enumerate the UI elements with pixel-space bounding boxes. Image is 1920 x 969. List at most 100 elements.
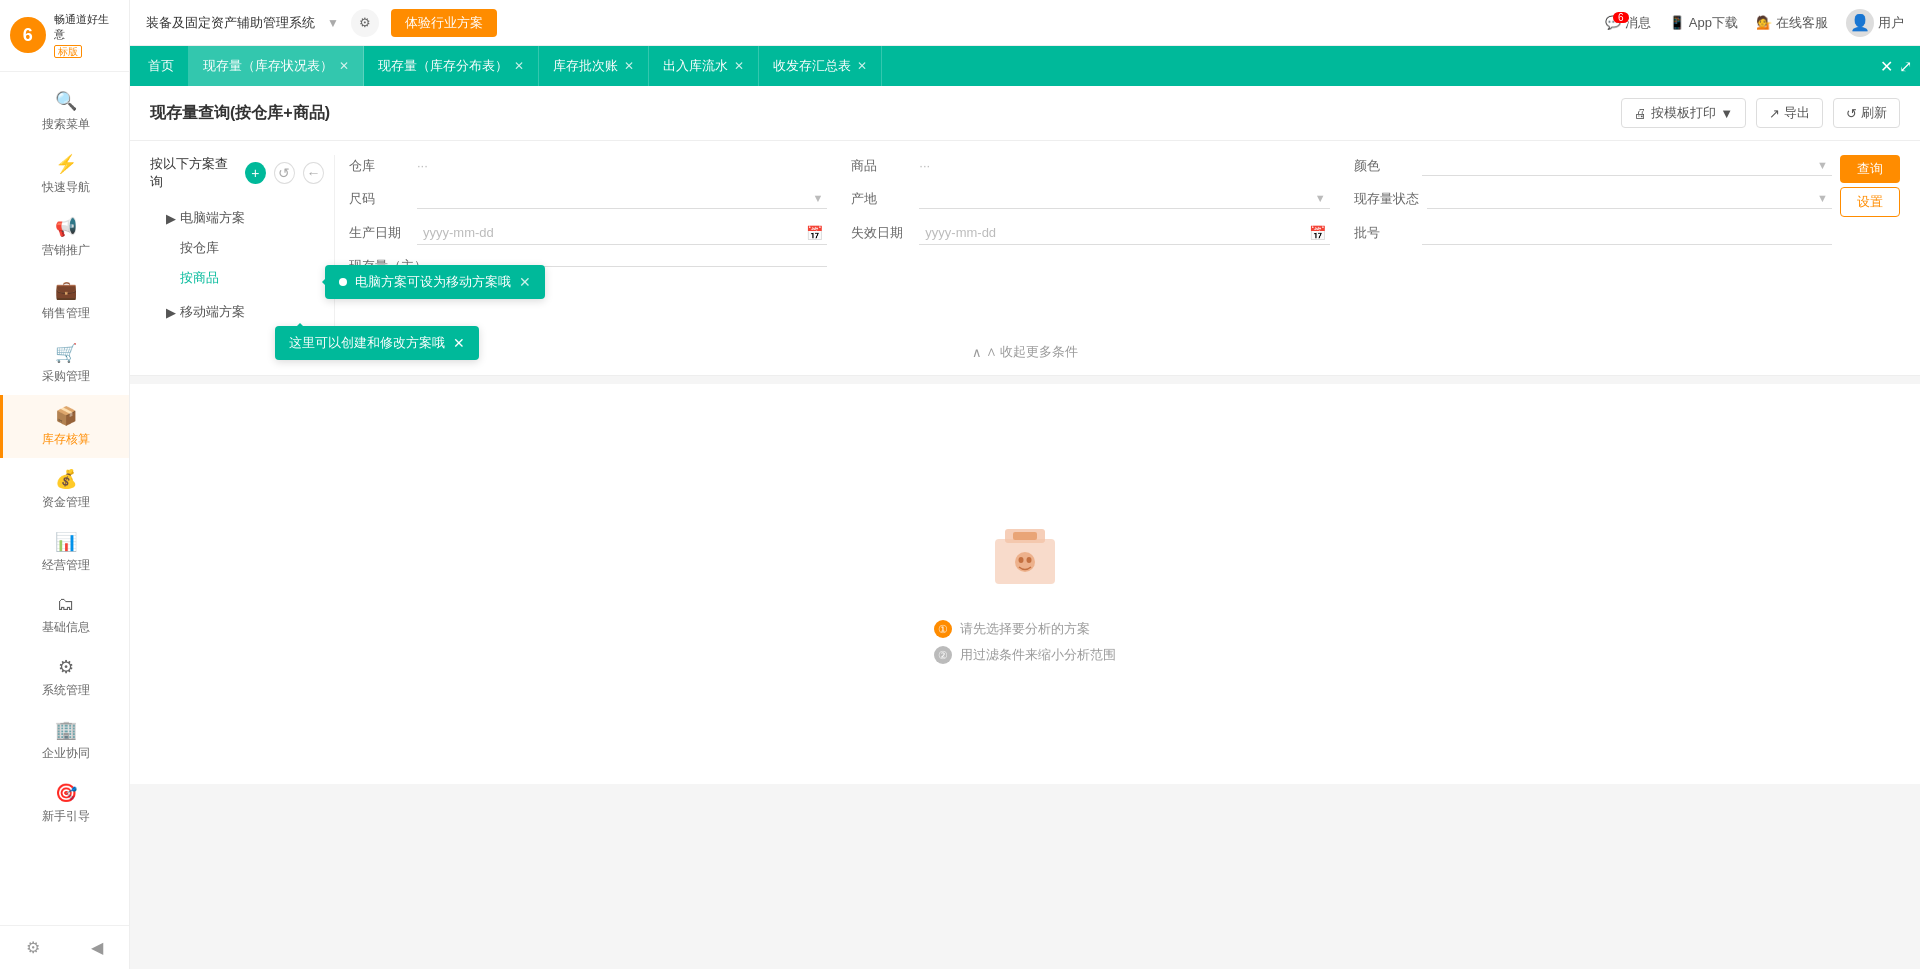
page-header: 现存量查询(按仓库+商品) 🖨 按模板打印 ▼ ↗ 导出 ↺ 刷新	[130, 86, 1920, 141]
desktop-scheme-title[interactable]: ▶ 电脑端方案	[150, 203, 324, 233]
filter-arrow-btn[interactable]: ←	[303, 162, 324, 184]
hint-num-2: ②	[934, 646, 952, 664]
sidebar-item-quick[interactable]: ⚡ 快速导航	[0, 143, 129, 206]
mobile-expand-icon: ▶	[166, 305, 176, 320]
filter-row-2: 尺码 ▼ 产地 ▼	[349, 188, 1832, 209]
export-btn[interactable]: ↗ 导出	[1756, 98, 1823, 128]
origin-dropdown-icon[interactable]: ▼	[1315, 192, 1326, 204]
sidebar-nav: 🔍 搜索菜单 ⚡ 快速导航 📢 营销推广 💼 销售管理 🛒 采购管理 📦 库存核…	[0, 72, 129, 925]
tabbar: 首页 现存量（库存状况表） ✕ 现存量（库存分布表） ✕ 库存批次账 ✕ 出入库…	[130, 46, 1920, 86]
enterprise-icon: 🏢	[55, 719, 77, 741]
size-dropdown-icon[interactable]: ▼	[812, 192, 823, 204]
filter-stock-status: 现存量状态 ▼	[1354, 188, 1832, 209]
tab-batch-ledger[interactable]: 库存批次账 ✕	[539, 46, 649, 86]
sidebar-item-enterprise[interactable]: 🏢 企业协同	[0, 709, 129, 772]
color-dropdown-icon[interactable]: ▼	[1817, 159, 1828, 171]
produce-date-calendar-icon[interactable]: 📅	[806, 225, 823, 241]
sidebar-item-marketing[interactable]: 📢 营销推广	[0, 206, 129, 269]
reset-btn[interactable]: 设置	[1840, 187, 1900, 217]
sidebar-item-operation[interactable]: 📊 经营管理	[0, 521, 129, 584]
tab-inout-flow[interactable]: 出入库流水 ✕	[649, 46, 759, 86]
tab-inout-flow-label: 出入库流水	[663, 57, 728, 75]
scheme-sub-warehouse[interactable]: 按仓库	[150, 233, 324, 263]
sidebar-item-purchase[interactable]: 🛒 采购管理	[0, 332, 129, 395]
filter-batch-no: 批号	[1354, 221, 1832, 245]
page-actions: 🖨 按模板打印 ▼ ↗ 导出 ↺ 刷新	[1621, 98, 1900, 128]
sidebar-item-inventory[interactable]: 📦 库存核算	[0, 395, 129, 458]
tab-home-label: 首页	[148, 57, 174, 75]
desktop-scheme-group: ▶ 电脑端方案 按仓库 按商品	[150, 203, 324, 293]
collapse-icon: ∧	[972, 345, 982, 360]
expire-date-input[interactable]	[919, 221, 1329, 245]
sidebar-item-guide[interactable]: 🎯 新手引导	[0, 772, 129, 835]
online-service-label: 在线客服	[1776, 14, 1828, 32]
refresh-btn[interactable]: ↺ 刷新	[1833, 98, 1900, 128]
refresh-label: 刷新	[1861, 104, 1887, 122]
empty-hint-1: ① 请先选择要分析的方案	[934, 620, 1116, 638]
search-buttons: 查询 设置	[1840, 155, 1900, 331]
tab-inventory-status-label: 现存量（库存状况表）	[203, 57, 333, 75]
filter-goods: 商品 ···	[851, 155, 1329, 176]
online-service-btn[interactable]: 💁 在线客服	[1756, 14, 1828, 32]
sidebar-item-label: 企业协同	[42, 745, 90, 762]
sidebar-item-sales[interactable]: 💼 销售管理	[0, 269, 129, 332]
desktop-scheme-label: 电脑端方案	[180, 209, 245, 227]
tab-close-all-btn[interactable]: ✕	[1880, 57, 1893, 76]
export-label: 导出	[1784, 104, 1810, 122]
print-btn[interactable]: 🖨 按模板打印 ▼	[1621, 98, 1746, 128]
edit-tooltip-close-btn[interactable]: ✕	[453, 335, 465, 351]
tab-collect-summary-label: 收发存汇总表	[773, 57, 851, 75]
tab-expand-btn[interactable]: ⤢	[1899, 57, 1912, 76]
sidebar-item-label: 采购管理	[42, 368, 90, 385]
settings-button[interactable]: ⚙	[351, 9, 379, 37]
tab-close-icon[interactable]: ✕	[734, 59, 744, 73]
sidebar-settings-btn[interactable]: ⚙	[26, 938, 40, 957]
operation-icon: 📊	[55, 531, 77, 553]
industry-btn[interactable]: 体验行业方案	[391, 9, 497, 37]
sidebar-collapse-btn[interactable]: ◀	[91, 938, 103, 957]
expire-date-calendar-icon[interactable]: 📅	[1309, 225, 1326, 241]
sidebar-item-system[interactable]: ⚙ 系统管理	[0, 646, 129, 709]
produce-date-input[interactable]	[417, 221, 827, 245]
user-avatar: 👤	[1846, 9, 1874, 37]
scheme-sub-goods[interactable]: 按商品	[150, 263, 324, 293]
search-btn[interactable]: 查询	[1840, 155, 1900, 183]
filter-row-4: 现存量（主） —	[349, 257, 1832, 275]
system-name: 装备及固定资产辅助管理系统	[146, 14, 315, 32]
sidebar-item-label: 销售管理	[42, 305, 90, 322]
scheme-tooltip-close-btn[interactable]: ✕	[519, 274, 531, 290]
filter-add-btn[interactable]: +	[245, 162, 266, 184]
export-icon: ↗	[1769, 106, 1780, 121]
quick-icon: ⚡	[55, 153, 77, 175]
app-download-btn[interactable]: 📱 App下载	[1669, 14, 1738, 32]
tab-inventory-dist[interactable]: 现存量（库存分布表） ✕	[364, 46, 539, 86]
tab-close-icon[interactable]: ✕	[514, 59, 524, 73]
tab-inventory-status[interactable]: 现存量（库存状况表） ✕	[189, 46, 364, 86]
batch-no-input[interactable]	[1422, 221, 1832, 245]
empty-illustration	[975, 504, 1075, 604]
basic-icon: 🗂	[57, 594, 75, 615]
tab-collect-summary[interactable]: 收发存汇总表 ✕	[759, 46, 882, 86]
desktop-expand-icon: ▶	[166, 211, 176, 226]
tab-close-icon[interactable]: ✕	[339, 59, 349, 73]
sidebar-footer: ⚙ ◀	[0, 925, 129, 969]
filter-row-1: 仓库 ··· 商品 ··· 颜色	[349, 155, 1832, 176]
filter-refresh-btn[interactable]: ↺	[274, 162, 295, 184]
sidebar: 6 畅通道好生意 标版 🔍 搜索菜单 ⚡ 快速导航 📢 营销推广 💼 销售管理 …	[0, 0, 130, 969]
filter-label: 按以下方案查询	[150, 155, 237, 191]
stock-status-dropdown-icon[interactable]: ▼	[1817, 192, 1828, 204]
sidebar-item-label: 营销推广	[42, 242, 90, 259]
sidebar-item-search[interactable]: 🔍 搜索菜单	[0, 80, 129, 143]
sidebar-item-label: 新手引导	[42, 808, 90, 825]
service-icon: 💁	[1756, 15, 1772, 30]
tab-close-icon[interactable]: ✕	[857, 59, 867, 73]
user-btn[interactable]: 👤 用户	[1846, 9, 1904, 37]
data-area: ① 请先选择要分析的方案 ② 用过滤条件来缩小分析范围	[130, 384, 1920, 784]
hint-text-2: 用过滤条件来缩小分析范围	[960, 646, 1116, 664]
notification-btn[interactable]: 💬 消息 6	[1605, 14, 1651, 32]
tab-home[interactable]: 首页	[138, 46, 189, 86]
filter-origin: 产地 ▼	[851, 188, 1329, 209]
tab-close-icon[interactable]: ✕	[624, 59, 634, 73]
sidebar-item-basic[interactable]: 🗂 基础信息	[0, 584, 129, 646]
sidebar-item-finance[interactable]: 💰 资金管理	[0, 458, 129, 521]
